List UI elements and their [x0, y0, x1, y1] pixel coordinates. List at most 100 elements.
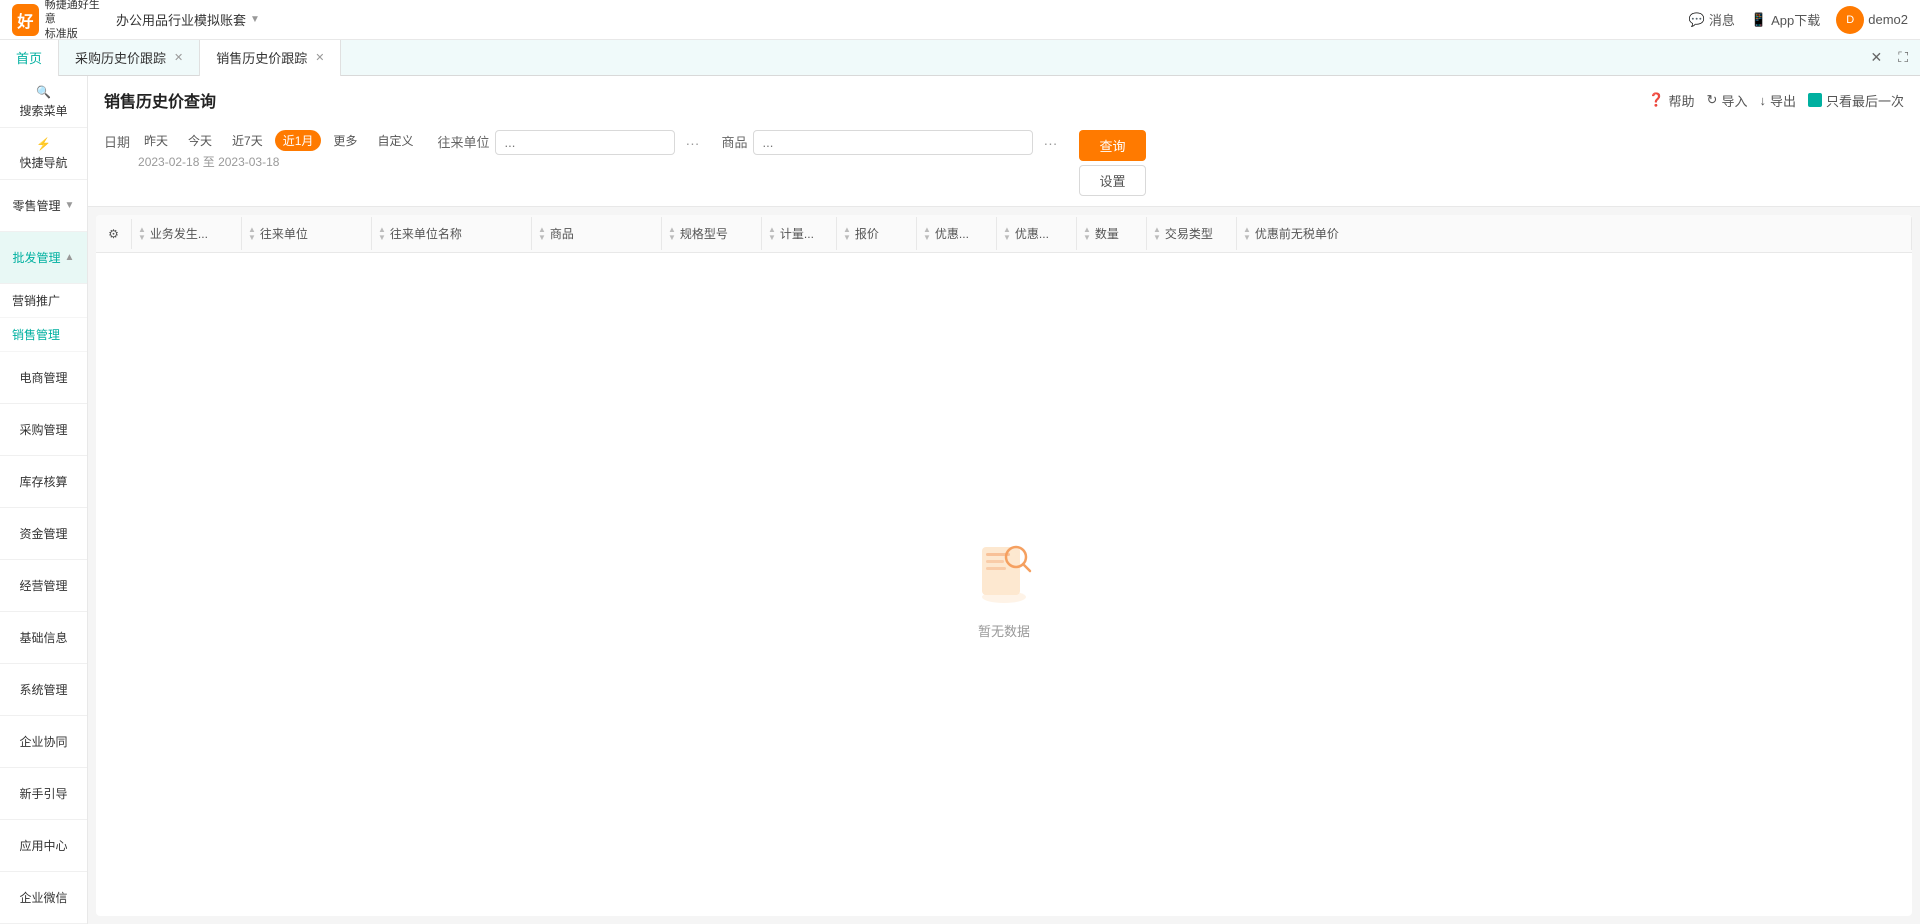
export-button[interactable]: ↓ 导出: [1759, 91, 1796, 110]
sort-arrows-product: ▲▼: [538, 226, 546, 242]
th-quote[interactable]: ▲▼ 报价: [837, 217, 917, 250]
date-label: 日期: [104, 130, 130, 151]
date-chips: 昨天 今天 近7天 近1月 更多 自定义: [136, 130, 421, 151]
sidebar-item-wholesale[interactable]: 批发管理 ▲: [0, 232, 87, 284]
sidebar-item-retail[interactable]: 零售管理 ▼: [0, 180, 87, 232]
sidebar-item-marketing[interactable]: 营销推广: [0, 284, 87, 318]
sort-arrows-quote: ▲▼: [843, 226, 851, 242]
partner-filter-group: 往来单位 ···: [437, 130, 705, 155]
table-container: ⚙ ▲▼ 业务发生... ▲▼ 往来单位 ▲▼ 往来单位名称 ▲▼ 商品: [96, 215, 1912, 916]
filter-dates: 昨天 今天 近7天 近1月 更多 自定义 2023-02-18 至 2023-0…: [136, 130, 421, 170]
chip-7days[interactable]: 近7天: [224, 130, 271, 151]
th-trade-type[interactable]: ▲▼ 交易类型: [1147, 217, 1237, 250]
sidebar-item-basic-info[interactable]: 基础信息: [0, 612, 87, 664]
sort-arrows-date: ▲▼: [138, 226, 146, 242]
top-bar-left: 好 畅捷通好生意 标准版 办公用品行业模拟账套 ▼: [12, 0, 268, 41]
product-input[interactable]: [753, 130, 1033, 155]
page-header: 销售历史价查询 ❓ 帮助 ↻ 导入 ↓ 导出: [88, 76, 1920, 207]
sort-arrows-unit-id: ▲▼: [248, 226, 256, 242]
import-icon: ↻: [1707, 92, 1718, 108]
sidebar: 🔍 搜索菜单 ⚡ 快捷导航 零售管理 ▼ 批发管理 ▲ 营销推广 销售管理 电商…: [0, 76, 88, 924]
tab-sales-history[interactable]: 销售历史价跟踪 ✕: [200, 40, 341, 76]
logo-text: 畅捷通好生意 标准版: [45, 0, 100, 41]
th-date[interactable]: ▲▼ 业务发生...: [132, 217, 242, 250]
empty-illustration: [964, 529, 1044, 609]
tab-home[interactable]: 首页: [0, 40, 59, 76]
sort-arrows-discount2: ▲▼: [1003, 226, 1011, 242]
sidebar-item-purchase[interactable]: 采购管理: [0, 404, 87, 456]
only-last-toggle[interactable]: 只看最后一次: [1808, 91, 1904, 110]
sort-arrows-qty: ▲▼: [1083, 226, 1091, 242]
content-area: 销售历史价查询 ❓ 帮助 ↻ 导入 ↓ 导出: [88, 76, 1920, 924]
sidebar-item-system[interactable]: 系统管理: [0, 664, 87, 716]
close-tab-purchase-icon[interactable]: ✕: [174, 51, 183, 64]
chip-more[interactable]: 更多: [325, 130, 365, 151]
th-unit-id[interactable]: ▲▼ 往来单位: [242, 217, 372, 250]
sort-arrows-unit-name: ▲▼: [378, 226, 386, 242]
chip-1month[interactable]: 近1月: [275, 130, 322, 151]
logo-area: 好 畅捷通好生意 标准版: [12, 0, 100, 41]
tab-purchase-history[interactable]: 采购历史价跟踪 ✕: [59, 40, 200, 76]
partner-dots-button[interactable]: ···: [679, 133, 705, 153]
th-spec[interactable]: ▲▼ 规格型号: [662, 217, 762, 250]
only-last-checkbox[interactable]: [1808, 93, 1822, 107]
sidebar-item-enterprise-wechat[interactable]: 企业微信: [0, 872, 87, 924]
empty-icon: [964, 529, 1044, 609]
th-unit-name[interactable]: ▲▼ 往来单位名称: [372, 217, 532, 250]
page-actions: ❓ 帮助 ↻ 导入 ↓ 导出 只看最后一次: [1648, 91, 1904, 110]
page-title-row: 销售历史价查询 ❓ 帮助 ↻ 导入 ↓ 导出: [104, 88, 1904, 112]
sidebar-item-newbie[interactable]: 新手引导: [0, 768, 87, 820]
maximize-button[interactable]: ⛶: [1894, 45, 1912, 70]
chip-custom[interactable]: 自定义: [369, 130, 421, 151]
quick-nav-icon: ⚡: [36, 137, 51, 151]
page-title: 销售历史价查询: [104, 88, 216, 112]
sidebar-item-inventory[interactable]: 库存核算: [0, 456, 87, 508]
app-selector[interactable]: 办公用品行业模拟账套 ▼: [108, 6, 268, 33]
chevron-down-icon: ▼: [250, 14, 260, 25]
message-button[interactable]: 💬 消息: [1689, 10, 1735, 29]
sidebar-item-search-menu[interactable]: 🔍 搜索菜单: [0, 76, 87, 128]
sidebar-item-enterprise[interactable]: 企业协同: [0, 716, 87, 768]
sidebar-item-sales-mgmt[interactable]: 销售管理: [0, 318, 87, 352]
sidebar-item-quick-nav[interactable]: ⚡ 快捷导航: [0, 128, 87, 180]
th-notax-price[interactable]: ▲▼ 优惠前无税单价: [1237, 217, 1912, 250]
sidebar-item-finance[interactable]: 资金管理: [0, 508, 87, 560]
import-button[interactable]: ↻ 导入: [1707, 91, 1748, 110]
app-download-button[interactable]: 📱 App下载: [1751, 10, 1820, 29]
sidebar-item-operations[interactable]: 经营管理: [0, 560, 87, 612]
empty-state: 暂无数据: [96, 253, 1912, 916]
partner-label: 往来单位: [437, 130, 489, 151]
partner-input[interactable]: [495, 130, 675, 155]
chip-today[interactable]: 今天: [180, 130, 220, 151]
logo-icon: 好: [12, 4, 39, 36]
sort-arrows-notax-price: ▲▼: [1243, 226, 1251, 242]
th-unit[interactable]: ▲▼ 计量...: [762, 217, 837, 250]
search-menu-icon: 🔍: [36, 85, 51, 99]
settings-button[interactable]: 设置: [1079, 165, 1145, 196]
avatar: D: [1836, 6, 1864, 34]
export-icon: ↓: [1759, 93, 1766, 108]
chip-yesterday[interactable]: 昨天: [136, 130, 176, 151]
help-button[interactable]: ❓ 帮助: [1648, 91, 1694, 110]
th-discount2[interactable]: ▲▼ 优惠...: [997, 217, 1077, 250]
th-product[interactable]: ▲▼ 商品: [532, 217, 662, 250]
top-bar: 好 畅捷通好生意 标准版 办公用品行业模拟账套 ▼ 💬 消息 📱 App下载 D…: [0, 0, 1920, 40]
sort-arrows-discount1: ▲▼: [923, 226, 931, 242]
top-bar-right: 💬 消息 📱 App下载 D demo2: [1689, 6, 1908, 34]
close-window-button[interactable]: ✕: [1866, 45, 1886, 70]
close-tab-sales-icon[interactable]: ✕: [315, 51, 324, 64]
query-button[interactable]: 查询: [1079, 130, 1145, 161]
sort-arrows-unit: ▲▼: [768, 226, 776, 242]
action-buttons: 查询 设置: [1079, 130, 1145, 196]
filter-row: 日期 昨天 今天 近7天 近1月 更多 自定义 2023-02-18 至 202…: [104, 122, 1904, 206]
sidebar-item-ecommerce[interactable]: 电商管理: [0, 352, 87, 404]
th-qty[interactable]: ▲▼ 数量: [1077, 217, 1147, 250]
th-discount1[interactable]: ▲▼ 优惠...: [917, 217, 997, 250]
th-setting[interactable]: ⚙: [96, 219, 132, 249]
message-icon: 💬: [1689, 12, 1705, 28]
product-dots-button[interactable]: ···: [1037, 133, 1063, 153]
partner-input-group: ···: [495, 130, 705, 155]
user-avatar[interactable]: D demo2: [1836, 6, 1908, 34]
sidebar-item-app-center[interactable]: 应用中心: [0, 820, 87, 872]
date-range-text: 2023-02-18 至 2023-03-18: [136, 153, 421, 170]
